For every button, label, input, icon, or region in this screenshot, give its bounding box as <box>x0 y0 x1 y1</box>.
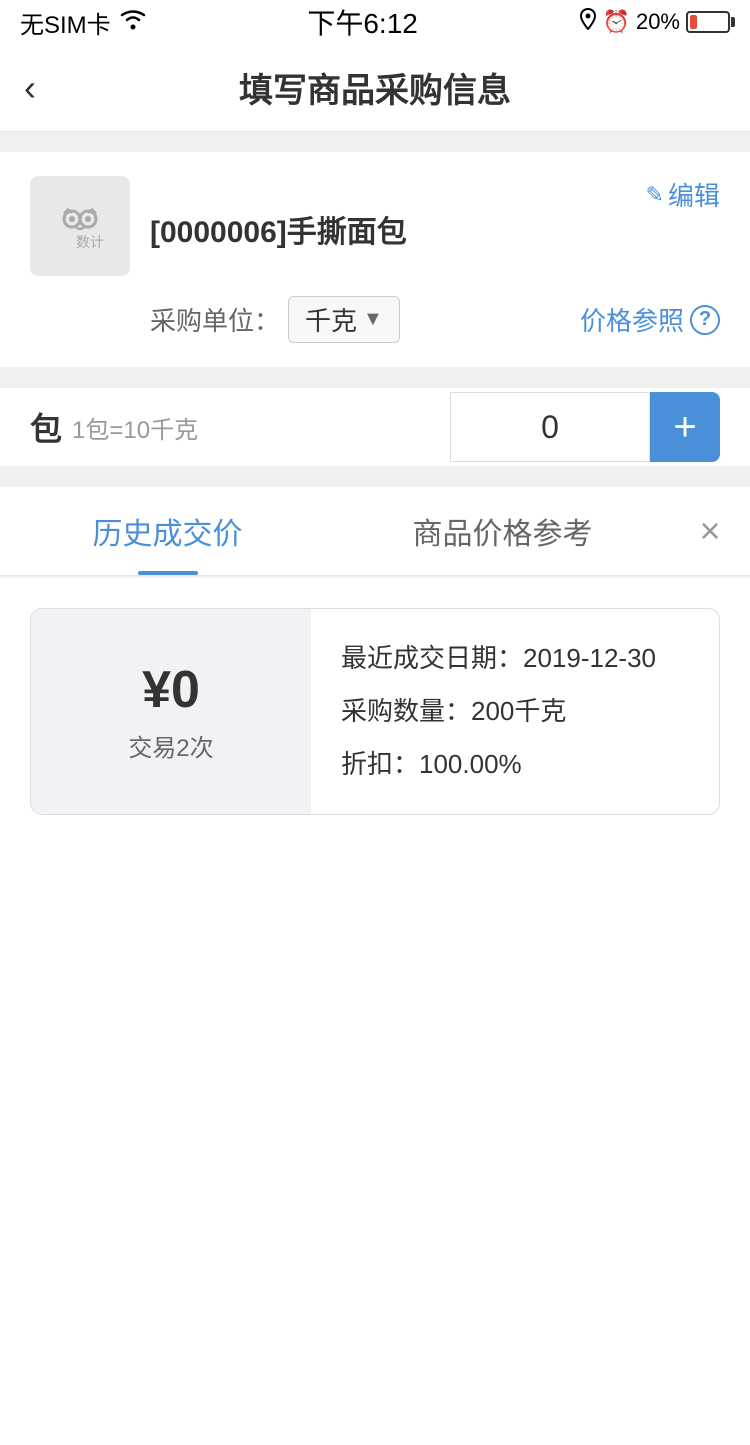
date-value: 2019-12-30 <box>523 643 656 673</box>
status-bar: 无SIM卡 下午6:12 ⏰ 20% <box>0 0 750 44</box>
back-button[interactable]: ‹ <box>24 67 36 109</box>
product-left: 数计 [0000006]手撕面包 <box>30 176 407 276</box>
price-ref-label: 价格参照 <box>580 301 684 338</box>
help-icon: ? <box>690 305 720 335</box>
location-icon <box>579 8 597 36</box>
price-amount: ¥0 <box>142 660 200 720</box>
status-right: ⏰ 20% <box>579 8 730 36</box>
price-left-panel: ¥0 交易2次 <box>31 609 311 814</box>
bottom-area <box>0 845 750 1445</box>
network-label: 无SIM卡 <box>20 5 111 40</box>
tab-history-label: 历史成交价 <box>93 509 243 553</box>
product-unit-row: 采购单位： 千克 ▼ 价格参照 ? <box>30 296 720 343</box>
wifi-icon <box>119 8 147 37</box>
quantity-plus-button[interactable]: + <box>650 392 720 462</box>
product-header: 数计 [0000006]手撕面包 ✎ 编辑 <box>30 176 720 276</box>
unit-label: 采购单位： <box>150 301 280 338</box>
unit-value: 千克 <box>305 301 357 338</box>
date-label: 最近成交日期： <box>341 643 523 673</box>
product-logo-icon: 数计 <box>50 191 110 261</box>
discount-value: 100.00% <box>419 749 522 779</box>
price-detail-quantity: 采购数量：200千克 <box>341 692 689 731</box>
product-name: [0000006]手撕面包 <box>150 201 407 251</box>
discount-label: 折扣： <box>341 749 419 779</box>
price-value: 0 <box>171 661 200 719</box>
tab-product-price[interactable]: 商品价格参考 <box>335 487 670 575</box>
price-info-card: ¥0 交易2次 最近成交日期：2019-12-30 采购数量：200千克 折扣：… <box>30 608 720 815</box>
price-reference-button[interactable]: 价格参照 ? <box>580 301 720 338</box>
product-card: 数计 [0000006]手撕面包 ✎ 编辑 采购单位： 千克 ▼ 价格参照 ? <box>0 152 750 367</box>
edit-icon: ✎ <box>646 182 664 208</box>
dropdown-arrow-icon: ▼ <box>363 308 383 331</box>
product-thumbnail: 数计 <box>30 176 130 276</box>
alarm-icon: ⏰ <box>603 9 630 35</box>
price-info-section: ¥0 交易2次 最近成交日期：2019-12-30 采购数量：200千克 折扣：… <box>0 578 750 845</box>
quantity-control: + <box>450 392 720 462</box>
tabs-container: 历史成交价 商品价格参考 × <box>0 487 750 576</box>
unit-selector-group: 采购单位： 千克 ▼ <box>150 296 400 343</box>
price-transactions: 交易2次 <box>128 728 213 763</box>
quantity-unit-tag: 包 <box>30 404 62 450</box>
tab-close-button[interactable]: × <box>670 487 750 575</box>
tab-active-indicator <box>138 571 198 575</box>
quantity-hint: 1包=10千克 <box>72 410 198 445</box>
price-right-panel: 最近成交日期：2019-12-30 采购数量：200千克 折扣：100.00% <box>311 609 719 814</box>
price-detail-discount: 折扣：100.00% <box>341 745 689 784</box>
quantity-section: 包 1包=10千克 + <box>0 387 750 467</box>
quantity-value-text: 200千克 <box>471 696 566 726</box>
battery-icon <box>686 11 730 33</box>
price-currency: ¥ <box>142 661 171 719</box>
unit-select-dropdown[interactable]: 千克 ▼ <box>288 296 400 343</box>
quantity-label-text: 采购数量： <box>341 696 471 726</box>
tab-history-price[interactable]: 历史成交价 <box>0 487 335 575</box>
page-title: 填写商品采购信息 <box>239 63 511 112</box>
svg-text:数计: 数计 <box>76 234 104 250</box>
edit-button[interactable]: ✎ 编辑 <box>646 176 720 213</box>
edit-label: 编辑 <box>668 176 720 213</box>
battery-percent: 20% <box>636 9 680 35</box>
status-time: 下午6:12 <box>307 2 418 42</box>
status-left: 无SIM卡 <box>20 5 147 40</box>
tab-product-label: 商品价格参考 <box>413 509 593 553</box>
quantity-input[interactable] <box>450 392 650 462</box>
price-detail-date: 最近成交日期：2019-12-30 <box>341 639 689 678</box>
quantity-label: 包 1包=10千克 <box>30 404 198 450</box>
nav-bar: ‹ 填写商品采购信息 <box>0 44 750 132</box>
